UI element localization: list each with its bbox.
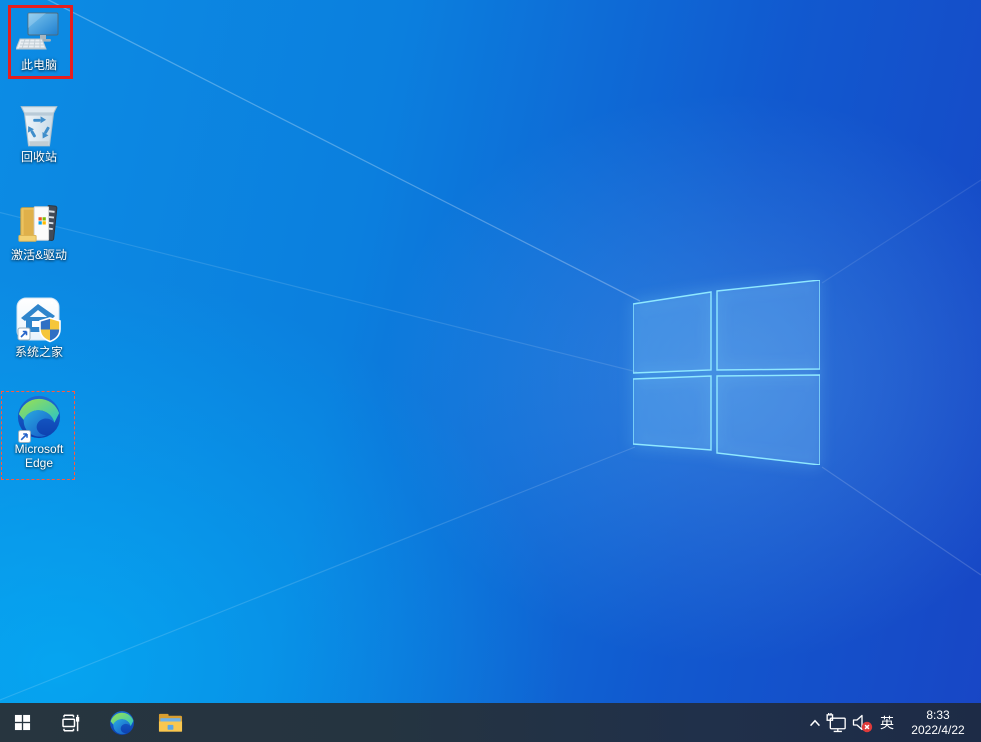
desktop-icon-drivers-folder[interactable]: 激活&驱动 <box>2 200 76 262</box>
shortcut-arrow-icon <box>18 430 31 443</box>
windows-desktop: 此电脑 回收站 <box>0 0 981 742</box>
recycle-bin-icon <box>16 102 62 148</box>
system-tray: 英 8:33 2022/4/22 <box>805 703 981 742</box>
shortcut-arrow-icon <box>18 328 30 340</box>
network-ethernet-icon <box>826 712 849 734</box>
start-button[interactable] <box>0 703 44 742</box>
volume-muted-icon <box>851 711 874 734</box>
taskbar-file-explorer-button[interactable] <box>146 703 194 742</box>
tray-clock[interactable]: 8:33 2022/4/22 <box>899 708 981 738</box>
edge-taskbar-icon <box>109 710 135 736</box>
icon-label: 激活&驱动 <box>11 248 67 262</box>
icon-label: 此电脑 <box>21 58 57 72</box>
desktop-wallpaper <box>0 0 981 742</box>
clock-date: 2022/4/22 <box>899 723 977 738</box>
this-pc-icon <box>16 10 62 56</box>
taskbar-edge-button[interactable] <box>98 703 146 742</box>
desktop-icon-microsoft-edge[interactable]: Microsoft Edge <box>2 394 76 470</box>
tray-ime-indicator[interactable]: 英 <box>875 703 899 742</box>
windows-start-icon <box>14 714 31 731</box>
system-home-icon <box>16 297 62 343</box>
tray-volume[interactable] <box>850 703 875 742</box>
icon-label: Microsoft Edge <box>2 442 76 470</box>
task-view-button[interactable] <box>46 703 94 742</box>
desktop-icon-recycle-bin[interactable]: 回收站 <box>2 102 76 164</box>
desktop-icon-this-pc[interactable]: 此电脑 <box>2 10 76 72</box>
taskbar: 英 8:33 2022/4/22 <box>0 703 981 742</box>
icon-label: 系统之家 <box>15 345 63 359</box>
file-explorer-icon <box>158 712 183 734</box>
chevron-up-icon <box>807 715 823 731</box>
folder-icon <box>16 200 62 246</box>
desktop-icon-system-home[interactable]: 系统之家 <box>2 297 76 359</box>
task-view-icon <box>58 711 82 735</box>
windows-logo-wallpaper <box>633 280 820 465</box>
tray-show-hidden-icons[interactable] <box>805 703 825 742</box>
tray-network[interactable] <box>825 703 850 742</box>
icon-label: 回收站 <box>21 150 57 164</box>
clock-time: 8:33 <box>899 708 977 723</box>
